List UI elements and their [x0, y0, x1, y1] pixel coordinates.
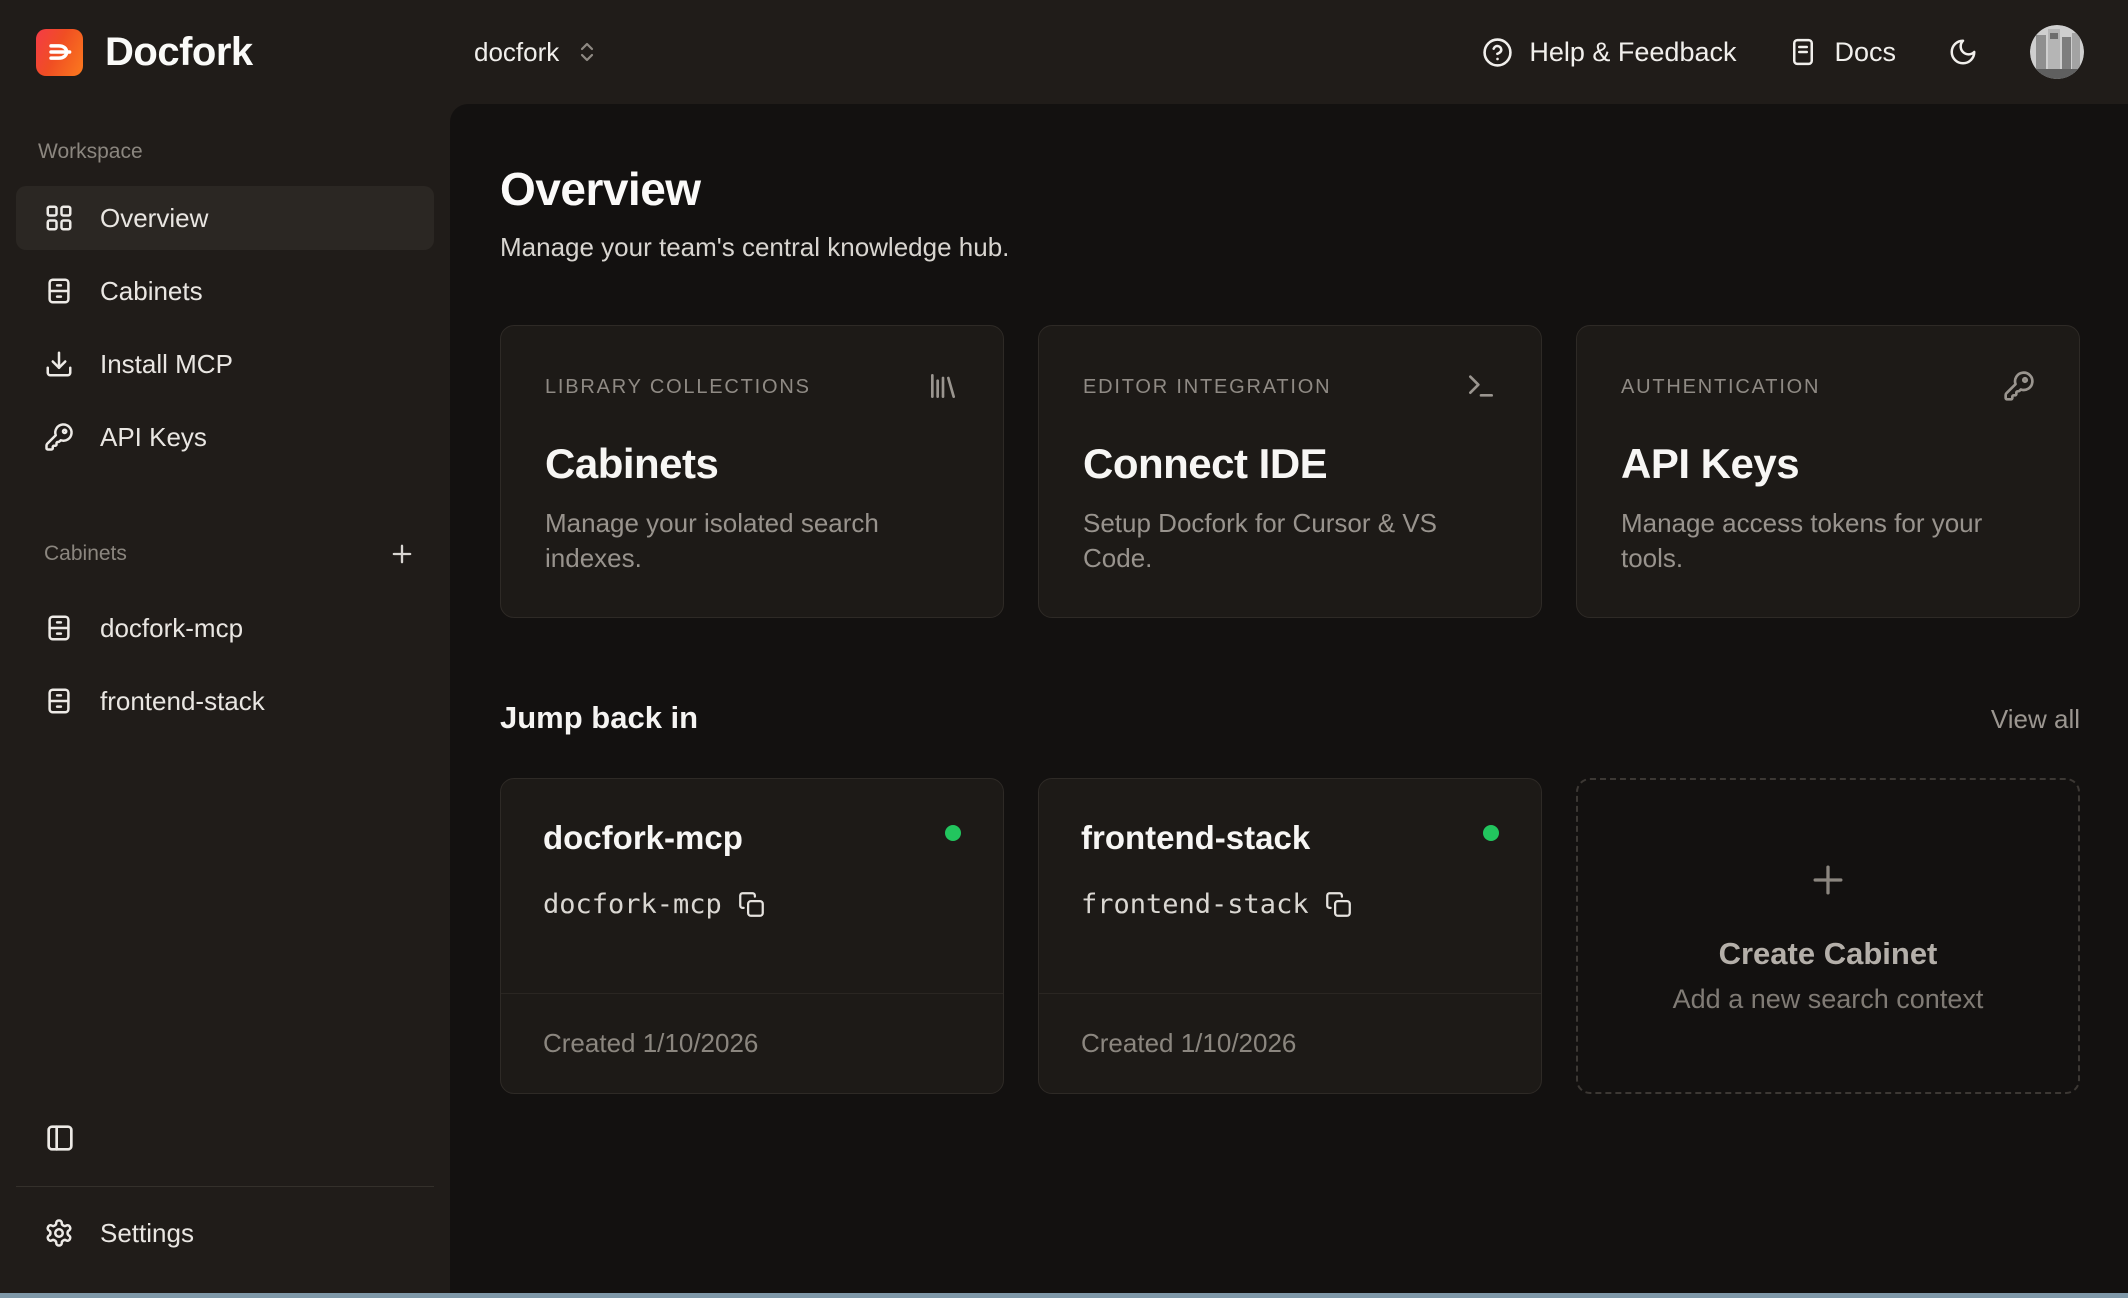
chevrons-up-down-icon	[575, 40, 599, 64]
docs-book-icon	[1788, 37, 1818, 67]
cabinet-slug: docfork-mcp	[543, 889, 722, 920]
sidebar-collapse-button[interactable]	[34, 1112, 90, 1164]
sidebar: Workspace Overview Cabinets Install MCP	[0, 104, 450, 1293]
help-feedback-button[interactable]: Help & Feedback	[1482, 37, 1736, 68]
status-dot	[1483, 825, 1499, 841]
main-panel: Overview Manage your team's central know…	[450, 104, 2128, 1293]
docs-label: Docs	[1834, 36, 1896, 67]
sidebar-cabinet-frontend-stack[interactable]: frontend-stack	[16, 669, 434, 733]
cabinet-card-frontend-stack[interactable]: frontend-stack frontend-stack Created 1/…	[1038, 778, 1542, 1094]
file-cabinet-icon	[44, 276, 74, 306]
copy-icon[interactable]	[1325, 891, 1352, 918]
sidebar-item-label: API Keys	[100, 421, 207, 452]
theme-toggle-button[interactable]	[1948, 37, 1978, 67]
feature-card-eyebrow: AUTHENTICATION	[1621, 376, 1821, 398]
key-icon	[44, 422, 74, 452]
sidebar-item-cabinets[interactable]: Cabinets	[16, 259, 434, 323]
page-title: Overview	[500, 163, 701, 215]
moon-icon	[1948, 37, 1978, 67]
brand-name: Docfork	[105, 29, 253, 74]
cabinet-card-title: docfork-mcp	[543, 819, 743, 856]
sidebar-item-overview[interactable]: Overview	[16, 186, 434, 250]
sidebar-item-label: Install MCP	[100, 348, 233, 379]
cabinet-created-date: Created 1/10/2026	[501, 993, 1003, 1093]
create-cabinet-subtitle: Add a new search context	[1672, 983, 1984, 1014]
feature-card-description: Manage your isolated search indexes.	[545, 508, 879, 574]
sidebar-cabinet-label: docfork-mcp	[100, 612, 244, 643]
docs-button[interactable]: Docs	[1788, 37, 1896, 68]
settings-label: Settings	[100, 1217, 194, 1248]
cabinets-section-label: Cabinets	[44, 542, 127, 565]
key-icon	[2003, 370, 2035, 402]
file-cabinet-icon	[44, 686, 74, 716]
workspace-selector[interactable]: docfork	[474, 37, 599, 68]
feature-card-title: API Keys	[1621, 440, 1800, 487]
user-avatar[interactable]	[2030, 25, 2084, 79]
status-dot	[945, 825, 961, 841]
view-all-link[interactable]: View all	[1991, 704, 2080, 735]
sidebar-item-settings[interactable]: Settings	[16, 1201, 434, 1265]
feature-card-connect-ide[interactable]: EDITOR INTEGRATION Connect IDE Setup Doc…	[1038, 325, 1542, 618]
header-actions: Help & Feedback Docs	[1482, 25, 2128, 79]
cabinets-section-header: Cabinets	[16, 536, 434, 572]
feature-card-description: Manage access tokens for your tools.	[1621, 508, 1983, 574]
workspace-section-label: Workspace	[38, 140, 143, 163]
docfork-logo-icon[interactable]	[36, 28, 83, 76]
feature-card-description: Setup Docfork for Cursor & VS Code.	[1083, 508, 1438, 574]
jump-back-in-title: Jump back in	[500, 700, 699, 735]
create-cabinet-card[interactable]: Create Cabinet Add a new search context	[1576, 778, 2080, 1094]
feature-card-title: Cabinets	[545, 440, 719, 487]
feature-cards: LIBRARY COLLECTIONS Cabinets Manage your…	[500, 325, 2080, 618]
download-icon	[44, 349, 74, 379]
sidebar-item-label: Overview	[100, 202, 209, 233]
plus-icon	[1806, 858, 1850, 902]
feature-card-title: Connect IDE	[1083, 440, 1328, 487]
page-subtitle: Manage your team's central knowledge hub…	[500, 232, 1010, 262]
add-cabinet-button[interactable]	[384, 536, 420, 572]
gear-icon	[44, 1218, 74, 1248]
feature-card-eyebrow: EDITOR INTEGRATION	[1083, 376, 1332, 398]
help-feedback-label: Help & Feedback	[1529, 36, 1737, 67]
app-header: Docfork docfork Help & Feedback Docs	[0, 0, 2128, 104]
library-icon	[927, 370, 959, 402]
sidebar-divider	[16, 1186, 434, 1187]
cabinet-card-title: frontend-stack	[1081, 819, 1311, 856]
feature-card-api-keys[interactable]: AUTHENTICATION API Keys Manage access to…	[1576, 325, 2080, 618]
sidebar-item-install-mcp[interactable]: Install MCP	[16, 332, 434, 396]
sidebar-cabinet-label: frontend-stack	[100, 685, 265, 716]
create-cabinet-title: Create Cabinet	[1718, 935, 1938, 971]
cabinet-created-date: Created 1/10/2026	[1039, 993, 1541, 1093]
copy-icon[interactable]	[738, 891, 765, 918]
file-cabinet-icon	[44, 613, 74, 643]
sidebar-cabinet-docfork-mcp[interactable]: docfork-mcp	[16, 596, 434, 660]
terminal-icon	[1465, 370, 1497, 402]
brand: Docfork	[0, 28, 450, 76]
cabinet-slug: frontend-stack	[1081, 889, 1309, 920]
layout-grid-icon	[44, 203, 74, 233]
sidebar-item-api-keys[interactable]: API Keys	[16, 405, 434, 469]
cabinet-cards: docfork-mcp docfork-mcp Created 1/10/202…	[500, 778, 2080, 1094]
help-circle-icon	[1482, 37, 1513, 68]
jump-back-in-header: Jump back in View all	[500, 700, 2080, 736]
feature-card-cabinets[interactable]: LIBRARY COLLECTIONS Cabinets Manage your…	[500, 325, 1004, 618]
sidebar-item-label: Cabinets	[100, 275, 203, 306]
feature-card-eyebrow: LIBRARY COLLECTIONS	[545, 376, 811, 398]
workspace-selector-value: docfork	[474, 36, 560, 67]
cabinet-card-docfork-mcp[interactable]: docfork-mcp docfork-mcp Created 1/10/202…	[500, 778, 1004, 1094]
panel-left-icon	[44, 1122, 80, 1154]
screen-bottom-edge	[0, 1293, 2128, 1298]
